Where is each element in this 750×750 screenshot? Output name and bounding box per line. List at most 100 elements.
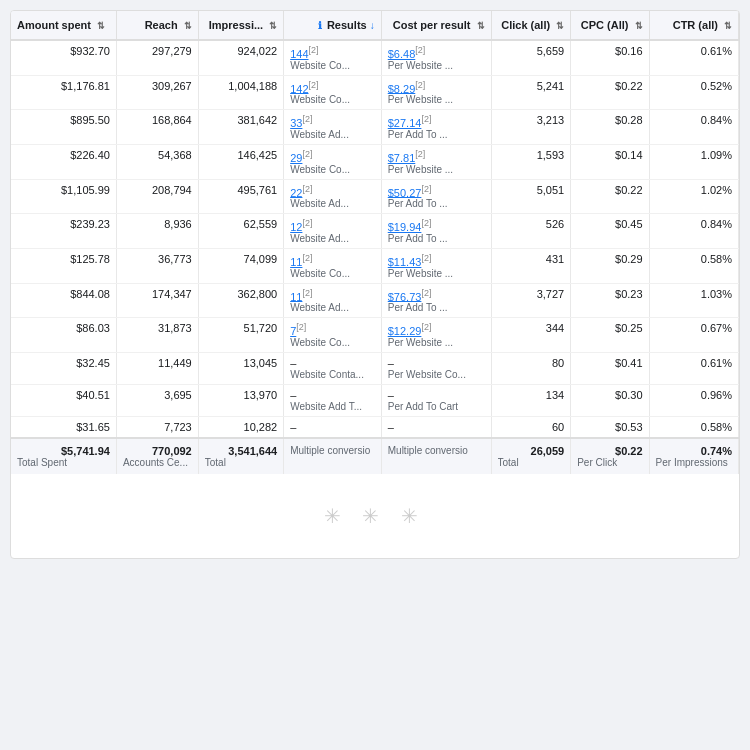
- cell-amount-0: $932.70: [11, 40, 116, 75]
- table-row: $125.78 36,773 74,099 11[2] Website Co..…: [11, 248, 739, 283]
- cost-link-6[interactable]: $11.43: [388, 256, 422, 268]
- info-icon: ℹ: [318, 20, 322, 31]
- cell-amount-10: $40.51: [11, 384, 116, 416]
- cell-ctr-7: 1.03%: [649, 283, 738, 318]
- cell-reach-10: 3,695: [116, 384, 198, 416]
- cell-cost-4: $50.27[2] Per Add To ...: [381, 179, 491, 214]
- cell-amount-6: $125.78: [11, 248, 116, 283]
- cell-results-0: 144[2] Website Co...: [284, 40, 382, 75]
- footer-amount-value: $5,741.94: [61, 445, 110, 457]
- cell-cost-5: $19.94[2] Per Add To ...: [381, 214, 491, 249]
- col-click-all[interactable]: Click (all) ⇅: [491, 11, 571, 40]
- cell-results-2: 33[2] Website Ad...: [284, 110, 382, 145]
- results-sup: [2]: [309, 45, 319, 55]
- cell-cost-3: $7.81[2] Per Website ...: [381, 144, 491, 179]
- cost-link-5[interactable]: $19.94: [388, 221, 422, 233]
- cell-cost-7: $76.73[2] Per Add To ...: [381, 283, 491, 318]
- results-link-0[interactable]: 144: [290, 48, 308, 60]
- results-sub-7: Website Ad...: [290, 302, 375, 313]
- col-results[interactable]: ℹ Results ↓: [284, 11, 382, 40]
- cell-ctr-0: 0.61%: [649, 40, 738, 75]
- cost-sub-0: Per Website ...: [388, 60, 478, 71]
- cell-amount-8: $86.03: [11, 318, 116, 353]
- cell-reach-0: 297,279: [116, 40, 198, 75]
- cell-impressions-5: 62,559: [198, 214, 283, 249]
- cell-amount-2: $895.50: [11, 110, 116, 145]
- results-link-7[interactable]: 11: [290, 290, 302, 302]
- cell-reach-1: 309,267: [116, 75, 198, 110]
- results-link-2[interactable]: 33: [290, 117, 302, 129]
- cell-cpc-8: $0.25: [571, 318, 649, 353]
- cell-clicks-1: 5,241: [491, 75, 571, 110]
- cost-sub-6: Per Website ...: [388, 268, 478, 279]
- col-amount-spent[interactable]: Amount spent ⇅: [11, 11, 116, 40]
- cell-impressions-7: 362,800: [198, 283, 283, 318]
- cell-clicks-2: 3,213: [491, 110, 571, 145]
- cost-link-8[interactable]: $12.29: [388, 325, 422, 337]
- cell-reach-9: 11,449: [116, 352, 198, 384]
- data-table: Amount spent ⇅ Reach ⇅ Impressi... ⇅ ℹ R…: [11, 11, 739, 474]
- cell-amount-9: $32.45: [11, 352, 116, 384]
- cell-ctr-4: 1.02%: [649, 179, 738, 214]
- cell-cpc-10: $0.30: [571, 384, 649, 416]
- cost-link-1[interactable]: $8.29: [388, 82, 416, 94]
- cell-clicks-10: 134: [491, 384, 571, 416]
- results-link-4[interactable]: 22: [290, 186, 302, 198]
- col-cpc-all[interactable]: CPC (All) ⇅: [571, 11, 649, 40]
- results-link-5[interactable]: 12: [290, 221, 302, 233]
- cell-impressions-10: 13,970: [198, 384, 283, 416]
- cell-clicks-0: 5,659: [491, 40, 571, 75]
- cell-clicks-7: 3,727: [491, 283, 571, 318]
- results-link-1[interactable]: 142: [290, 82, 308, 94]
- cell-results-1: 142[2] Website Co...: [284, 75, 382, 110]
- cost-link-7[interactable]: $76.73: [388, 290, 422, 302]
- cell-impressions-6: 74,099: [198, 248, 283, 283]
- footer-amount-spent: $5,741.94 Total Spent: [11, 438, 116, 474]
- cost-sup: [2]: [421, 184, 431, 194]
- cost-sup: [2]: [421, 253, 431, 263]
- cost-sup: [2]: [421, 288, 431, 298]
- results-sup: [2]: [309, 80, 319, 90]
- results-link-3[interactable]: 29: [290, 152, 302, 164]
- results-sub-2: Website Ad...: [290, 129, 375, 140]
- cell-ctr-6: 0.58%: [649, 248, 738, 283]
- cell-cpc-0: $0.16: [571, 40, 649, 75]
- cell-cost-1: $8.29[2] Per Website ...: [381, 75, 491, 110]
- cost-link-2[interactable]: $27.14: [388, 117, 422, 129]
- results-link-6[interactable]: 11: [290, 256, 302, 268]
- footer-clicks-sub: Total: [498, 457, 565, 468]
- cell-reach-8: 31,873: [116, 318, 198, 353]
- footer-reach-value: 770,092: [152, 445, 192, 457]
- cell-reach-3: 54,368: [116, 144, 198, 179]
- results-sub-3: Website Co...: [290, 164, 375, 175]
- cell-cpc-2: $0.28: [571, 110, 649, 145]
- results-sup: [2]: [302, 184, 312, 194]
- cost-link-3[interactable]: $7.81: [388, 152, 416, 164]
- results-sub-1: Website Co...: [290, 94, 375, 105]
- table-row: $1,176.81 309,267 1,004,188 142[2] Websi…: [11, 75, 739, 110]
- cell-impressions-2: 381,642: [198, 110, 283, 145]
- cell-reach-7: 174,347: [116, 283, 198, 318]
- cost-sub-5: Per Add To ...: [388, 233, 478, 244]
- footer-cpc-sub: Per Click: [577, 457, 642, 468]
- cell-clicks-8: 344: [491, 318, 571, 353]
- footer-reach-sub: Accounts Ce...: [123, 457, 192, 468]
- cost-link-0[interactable]: $6.48: [388, 48, 416, 60]
- results-sub-0: Website Co...: [290, 60, 375, 71]
- cell-impressions-1: 1,004,188: [198, 75, 283, 110]
- col-impressions[interactable]: Impressi... ⇅: [198, 11, 283, 40]
- col-reach[interactable]: Reach ⇅: [116, 11, 198, 40]
- col-cost-per-result[interactable]: Cost per result ⇅: [381, 11, 491, 40]
- cell-results-7: 11[2] Website Ad...: [284, 283, 382, 318]
- cell-reach-4: 208,794: [116, 179, 198, 214]
- cell-reach-5: 8,936: [116, 214, 198, 249]
- footer-row: $5,741.94 Total Spent 770,092 Accounts C…: [11, 438, 739, 474]
- table-body: $932.70 297,279 924,022 144[2] Website C…: [11, 40, 739, 438]
- cost-link-4[interactable]: $50.27: [388, 186, 422, 198]
- col-ctr-all[interactable]: CTR (all) ⇅: [649, 11, 738, 40]
- cell-cost-11: –: [381, 416, 491, 438]
- cell-impressions-8: 51,720: [198, 318, 283, 353]
- cell-clicks-3: 1,593: [491, 144, 571, 179]
- cell-ctr-3: 1.09%: [649, 144, 738, 179]
- col-click-label: Click (all): [501, 19, 550, 31]
